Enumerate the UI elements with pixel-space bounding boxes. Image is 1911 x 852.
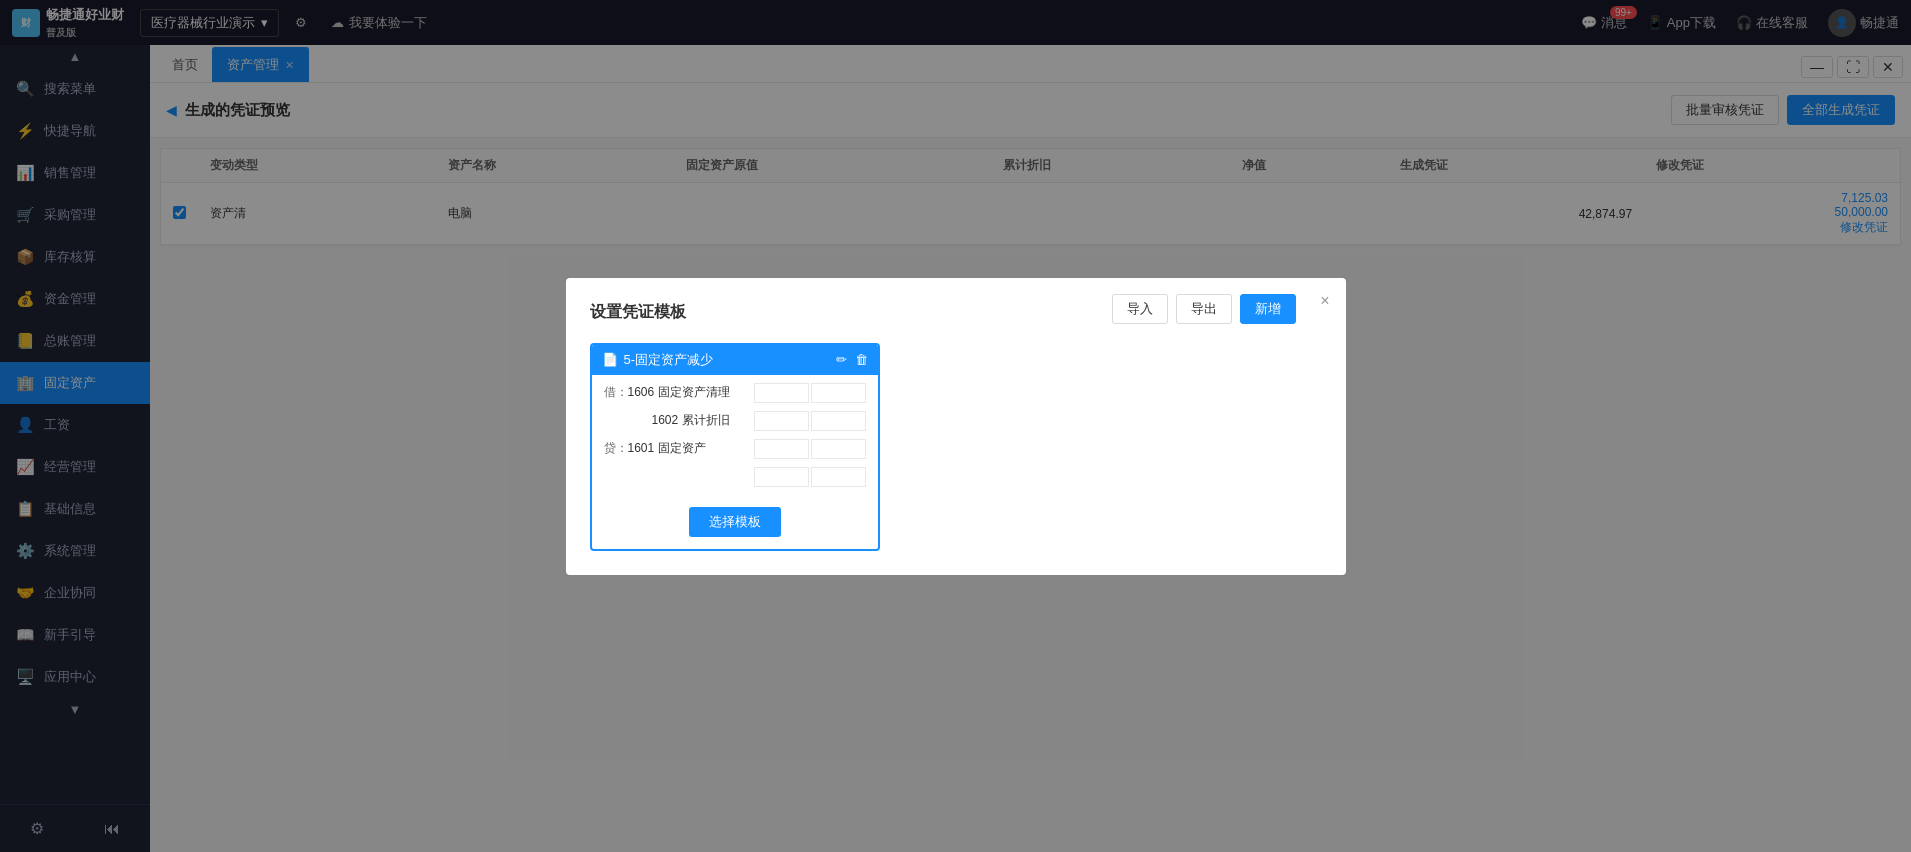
entry-credit-cell-2 bbox=[811, 411, 866, 431]
template-edit-icon[interactable]: ✏ bbox=[836, 352, 847, 367]
entry-type-label-1: 借： bbox=[604, 384, 628, 401]
modal-close-button[interactable]: × bbox=[1320, 292, 1329, 310]
template-entry-2: 1602 累计折旧 bbox=[592, 407, 878, 435]
template-grid: 📄 5-固定资产减少 ✏ 🗑 借： 1606 固定资产清理 bbox=[590, 343, 1322, 551]
entry-cells-1 bbox=[754, 383, 866, 403]
import-button[interactable]: 导入 bbox=[1112, 294, 1168, 324]
template-card-body: 借： 1606 固定资产清理 1602 累计折旧 bbox=[592, 375, 878, 495]
entry-cells-empty bbox=[754, 467, 866, 487]
entry-account-1: 1606 固定资产清理 bbox=[628, 384, 754, 401]
template-doc-icon: 📄 bbox=[602, 352, 618, 367]
select-template-button[interactable]: 选择模板 bbox=[689, 507, 781, 537]
export-button[interactable]: 导出 bbox=[1176, 294, 1232, 324]
entry-credit-cell-empty bbox=[811, 467, 866, 487]
modal-set-template: 设置凭证模板 × 导入 导出 新增 📄 5-固定资产减少 ✏ 🗑 bbox=[566, 278, 1346, 575]
entry-cells-3 bbox=[754, 439, 866, 459]
entry-cells-2 bbox=[754, 411, 866, 431]
entry-debit-cell-empty bbox=[754, 467, 809, 487]
entry-account-2: 1602 累计折旧 bbox=[628, 412, 754, 429]
entry-type-label-3: 贷： bbox=[604, 440, 628, 457]
entry-debit-cell-3 bbox=[754, 439, 809, 459]
template-header-title-area: 📄 5-固定资产减少 bbox=[602, 351, 714, 369]
entry-credit-cell-1 bbox=[811, 383, 866, 403]
template-header-actions: ✏ 🗑 bbox=[836, 352, 868, 367]
entry-credit-cell-3 bbox=[811, 439, 866, 459]
modal-header-actions: 导入 导出 新增 bbox=[1112, 294, 1296, 324]
entry-debit-cell-1 bbox=[754, 383, 809, 403]
entry-account-3: 1601 固定资产 bbox=[628, 440, 754, 457]
modal-overlay[interactable]: 设置凭证模板 × 导入 导出 新增 📄 5-固定资产减少 ✏ 🗑 bbox=[0, 0, 1911, 852]
template-footer: 选择模板 bbox=[592, 495, 878, 549]
entry-debit-cell-2 bbox=[754, 411, 809, 431]
template-entry-1: 借： 1606 固定资产清理 bbox=[592, 379, 878, 407]
template-name: 5-固定资产减少 bbox=[624, 351, 714, 369]
template-card-header: 📄 5-固定资产减少 ✏ 🗑 bbox=[592, 345, 878, 375]
template-card: 📄 5-固定资产减少 ✏ 🗑 借： 1606 固定资产清理 bbox=[590, 343, 880, 551]
template-entry-empty bbox=[592, 463, 878, 491]
new-template-button[interactable]: 新增 bbox=[1240, 294, 1296, 324]
template-entry-3: 贷： 1601 固定资产 bbox=[592, 435, 878, 463]
template-delete-icon[interactable]: 🗑 bbox=[855, 352, 868, 367]
